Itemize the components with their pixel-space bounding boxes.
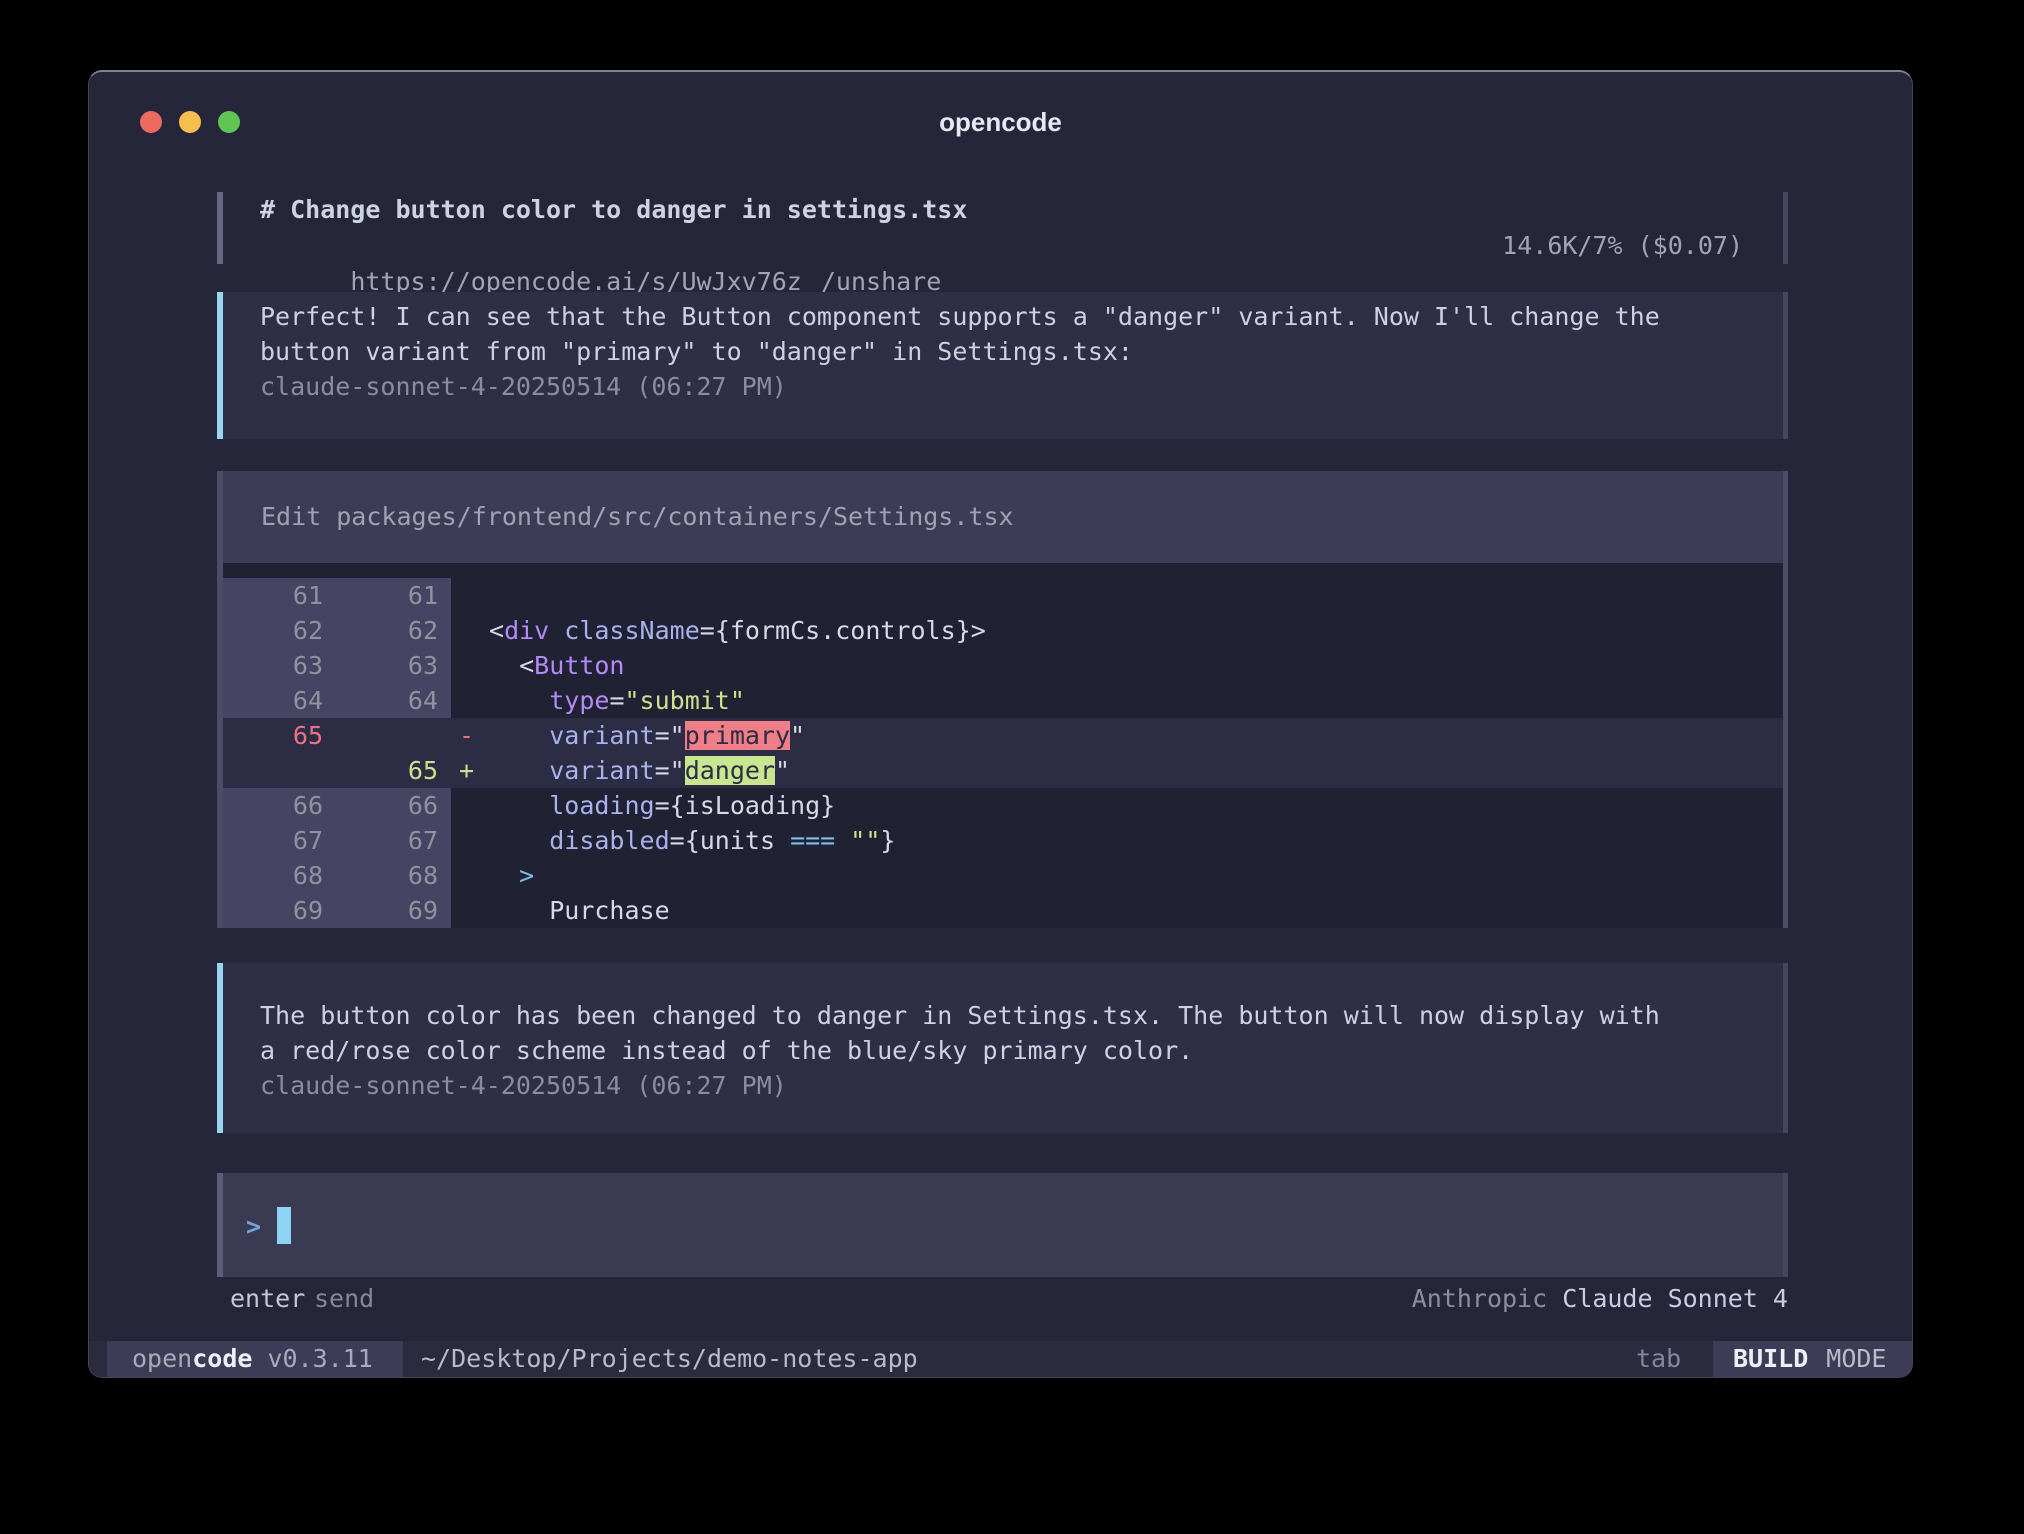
model-name: Claude Sonnet 4 <box>1562 1284 1788 1313</box>
diff-row: 65 - variant="primary" <box>223 718 1783 753</box>
diff-sign <box>451 858 489 893</box>
message-line: Perfect! I can see that the Button compo… <box>260 299 1783 334</box>
old-line-number: 68 <box>223 858 339 893</box>
message-meta: claude-sonnet-4-20250514 (06:27 PM) <box>260 1068 1783 1103</box>
old-line-number <box>223 753 339 788</box>
prompt-symbol: > <box>246 1209 261 1244</box>
old-line-number: 69 <box>223 893 339 928</box>
diff-sign <box>451 683 489 718</box>
code-line: variant="primary" <box>489 718 805 753</box>
enter-key-hint: enter <box>230 1281 305 1317</box>
app-version: v0.3.11 <box>267 1344 372 1373</box>
app-version-segment: opencode v0.3.11 <box>107 1341 403 1377</box>
working-directory: ~/Desktop/Projects/demo-notes-app <box>421 1341 918 1377</box>
prompt-input[interactable]: > <box>217 1173 1788 1277</box>
old-line-number: 63 <box>223 648 339 683</box>
edit-tool-block: Edit packages/frontend/src/containers/Se… <box>217 471 1788 928</box>
diff-sign: + <box>451 753 489 788</box>
model-provider: Anthropic <box>1412 1284 1547 1313</box>
code-line: > <box>489 858 534 893</box>
diff-sign <box>451 788 489 823</box>
diff-row: 6464 type="submit" <box>223 683 1783 718</box>
old-line-number: 65 <box>223 718 339 753</box>
diff-sign <box>451 613 489 648</box>
diff-row: 65+ variant="danger" <box>223 753 1783 788</box>
new-line-number: 63 <box>339 648 451 683</box>
mode-secondary: MODE <box>1826 1344 1886 1373</box>
app-name-code: code <box>192 1344 252 1373</box>
old-line-number: 61 <box>223 578 339 613</box>
new-line-number: 62 <box>339 613 451 648</box>
new-line-number: 64 <box>339 683 451 718</box>
code-line: loading={isLoading} <box>489 788 835 823</box>
diff-rows: 61616262 <div className={formCs.controls}… <box>223 578 1783 928</box>
old-line-number: 64 <box>223 683 339 718</box>
session-title: # Change button color to danger in setti… <box>260 192 1783 228</box>
old-line-number: 67 <box>223 823 339 858</box>
new-line-number: 61 <box>339 578 451 613</box>
model-indicator[interactable]: Anthropic Claude Sonnet 4 <box>1412 1281 1788 1317</box>
code-line: <div className={formCs.controls}> <box>489 613 986 648</box>
code-line: Purchase <box>489 893 670 928</box>
diff-row: 6666 loading={isLoading} <box>223 788 1783 823</box>
diff-sign <box>451 578 489 613</box>
text-cursor <box>277 1207 291 1244</box>
new-line-number <box>339 718 451 753</box>
token-usage: 14.6K/7% ($0.07) <box>1502 228 1743 264</box>
diff-sign: - <box>451 718 489 753</box>
new-line-number: 67 <box>339 823 451 858</box>
app-name-open: open <box>132 1344 192 1373</box>
diff-row: 6262 <div className={formCs.controls}> <box>223 613 1783 648</box>
diff-view: 61616262 <div className={formCs.controls}… <box>223 563 1783 928</box>
mode-primary: BUILD <box>1733 1344 1808 1373</box>
titlebar[interactable]: opencode <box>89 72 1912 172</box>
message-line: a red/rose color scheme instead of the b… <box>260 1033 1783 1068</box>
tab-key-hint[interactable]: tab <box>1636 1341 1681 1377</box>
mode-segment[interactable]: BUILD MODE <box>1713 1341 1913 1377</box>
new-line-number: 68 <box>339 858 451 893</box>
new-line-number: 66 <box>339 788 451 823</box>
send-hint-label: send <box>314 1281 374 1317</box>
message-line: The button color has been changed to dan… <box>260 998 1783 1033</box>
session-header: # Change button color to danger in setti… <box>217 192 1788 264</box>
diff-row: 6161 <box>223 578 1783 613</box>
edit-file-path: Edit packages/frontend/src/containers/Se… <box>223 471 1783 563</box>
message-line: button variant from "primary" to "danger… <box>260 334 1783 369</box>
hints-row: enter send Anthropic Claude Sonnet 4 <box>217 1281 1788 1317</box>
code-line: <Button <box>489 648 624 683</box>
diff-row: 6363 <Button <box>223 648 1783 683</box>
status-bar: opencode v0.3.11 ~/Desktop/Projects/demo-… <box>89 1341 1912 1377</box>
window-title: opencode <box>89 100 1912 144</box>
code-line: variant="danger" <box>489 753 790 788</box>
message-meta: claude-sonnet-4-20250514 (06:27 PM) <box>260 369 1783 404</box>
assistant-message: The button color has been changed to dan… <box>217 963 1788 1133</box>
code-line: disabled={units === ""} <box>489 823 895 858</box>
diff-row: 6868 > <box>223 858 1783 893</box>
diff-row: 6767 disabled={units === ""} <box>223 823 1783 858</box>
new-line-number: 69 <box>339 893 451 928</box>
old-line-number: 62 <box>223 613 339 648</box>
app-window: opencode # Change button color to danger… <box>88 70 1913 1378</box>
code-line: type="submit" <box>489 683 745 718</box>
diff-sign <box>451 648 489 683</box>
diff-sign <box>451 823 489 858</box>
diff-row: 6969 Purchase <box>223 893 1783 928</box>
diff-sign <box>451 893 489 928</box>
old-line-number: 66 <box>223 788 339 823</box>
new-line-number: 65 <box>339 753 451 788</box>
assistant-message: Perfect! I can see that the Button compo… <box>217 292 1788 439</box>
